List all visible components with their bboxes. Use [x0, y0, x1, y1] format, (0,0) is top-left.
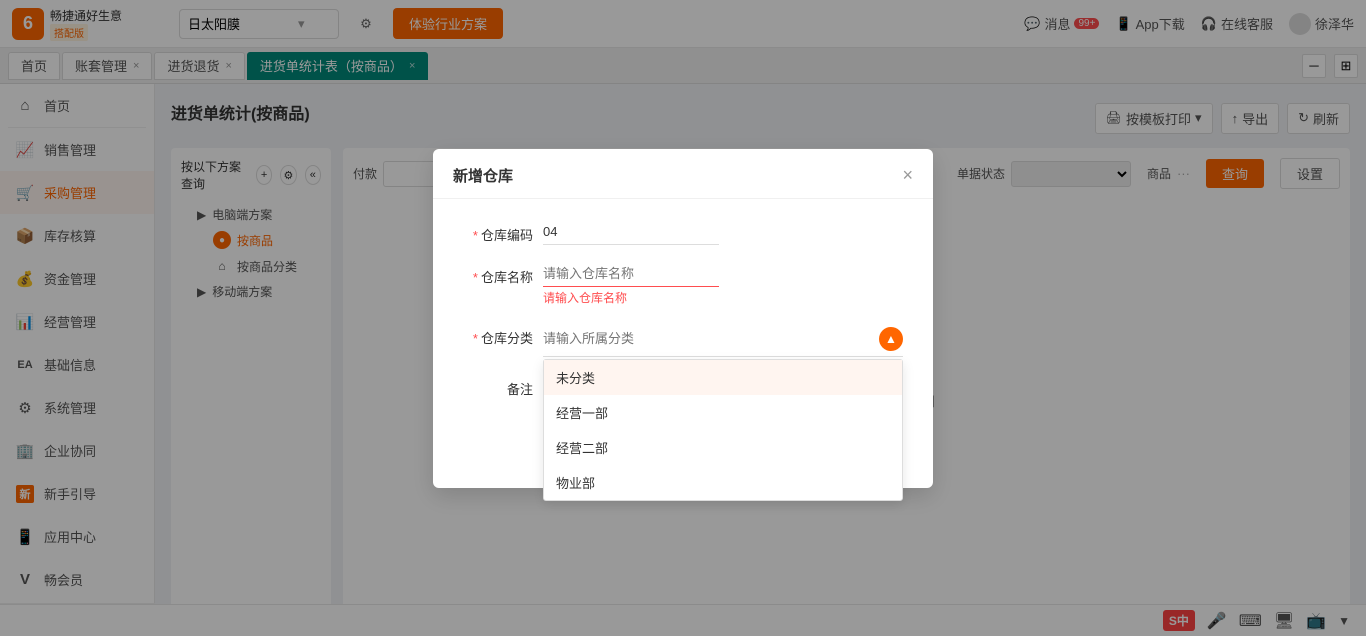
- dropdown-item-dept2[interactable]: 经营二部: [544, 430, 902, 465]
- code-field-row: 仓库编码: [463, 219, 903, 245]
- category-label: 仓库分类: [463, 322, 533, 347]
- dropdown-item-dept3[interactable]: 物业部: [544, 465, 902, 500]
- category-input[interactable]: [543, 331, 879, 346]
- dropdown-item-dept1[interactable]: 经营一部: [544, 395, 902, 430]
- new-warehouse-modal: 新增仓库 × 仓库编码 仓库名称 请输入仓库名称 仓库分类: [433, 149, 933, 488]
- name-field-row: 仓库名称 请输入仓库名称: [463, 261, 903, 306]
- category-dropdown[interactable]: ▲: [543, 322, 903, 357]
- name-label: 仓库名称: [463, 261, 533, 286]
- dropdown-item-unclassified[interactable]: 未分类: [544, 360, 902, 395]
- name-input[interactable]: [543, 261, 719, 287]
- category-input-wrapper: ▲ 未分类 经营一部 经营二部 物业部: [543, 322, 903, 357]
- modal-body: 仓库编码 仓库名称 请输入仓库名称 仓库分类 ▲: [433, 199, 933, 435]
- code-label: 仓库编码: [463, 219, 533, 244]
- modal-overlay: 新增仓库 × 仓库编码 仓库名称 请输入仓库名称 仓库分类: [0, 0, 1366, 636]
- code-input[interactable]: [543, 219, 719, 245]
- code-input-wrapper: [543, 219, 903, 245]
- note-label: 备注: [463, 373, 533, 398]
- name-error-msg: 请输入仓库名称: [543, 289, 903, 306]
- dropdown-up-arrow[interactable]: ▲: [879, 327, 903, 351]
- name-input-wrapper: 请输入仓库名称: [543, 261, 903, 306]
- modal-title: 新增仓库: [453, 165, 513, 186]
- category-dropdown-list: 未分类 经营一部 经营二部 物业部: [543, 359, 903, 501]
- modal-close-btn[interactable]: ×: [902, 166, 913, 184]
- category-field-row: 仓库分类 ▲ 未分类 经营一部 经营二部 物业部: [463, 322, 903, 357]
- modal-header: 新增仓库 ×: [433, 149, 933, 199]
